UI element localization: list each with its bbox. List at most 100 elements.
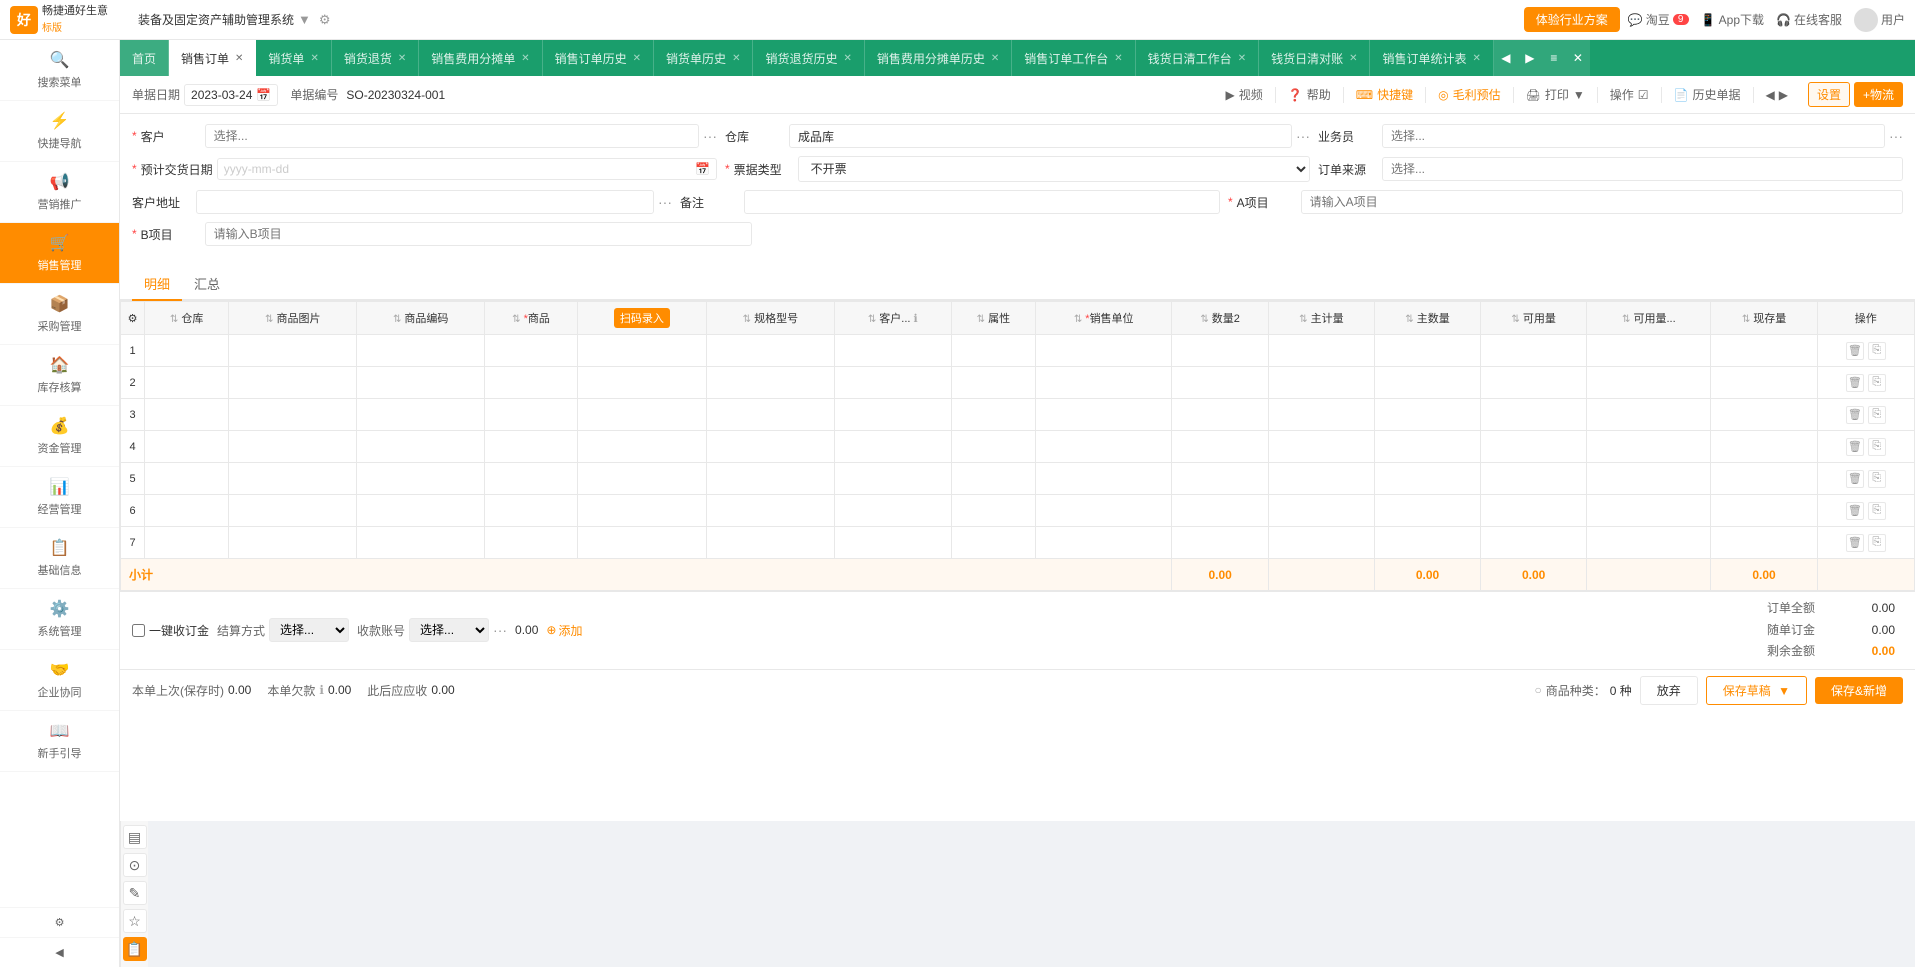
th-warehouse[interactable]: ⇅ 仓库	[145, 302, 229, 335]
row-qty2-6[interactable]	[1172, 495, 1268, 527]
row-main-qty-2[interactable]	[1374, 367, 1480, 399]
tab-daily-clear[interactable]: 钱货日清工作台 ✕	[1136, 40, 1259, 76]
row-delete-2[interactable]: 🗑	[1846, 374, 1864, 392]
row-property-2[interactable]	[951, 367, 1035, 399]
save-draft-btn[interactable]: 保存草稿 ▼	[1706, 676, 1807, 705]
row-available-6[interactable]	[1481, 495, 1587, 527]
row-property-3[interactable]	[951, 399, 1035, 431]
tab-daily-clear-close[interactable]: ✕	[1238, 53, 1246, 64]
row-product-5[interactable]	[485, 463, 578, 495]
nav-right-icon[interactable]: ▶	[1779, 88, 1788, 102]
right-panel-3[interactable]: ✎	[123, 881, 147, 905]
row-code-5[interactable]	[357, 463, 485, 495]
row-warehouse-3[interactable]	[145, 399, 229, 431]
th-unit[interactable]: ⇅ *销售单位	[1035, 302, 1171, 335]
row-warehouse-7[interactable]	[145, 527, 229, 559]
row-stock-4[interactable]	[1711, 431, 1817, 463]
row-available2-3[interactable]	[1587, 399, 1711, 431]
tab-nav-next[interactable]: ▶	[1518, 40, 1542, 76]
row-spec-4[interactable]	[706, 431, 834, 463]
row-available2-2[interactable]	[1587, 367, 1711, 399]
row-main-qty-5[interactable]	[1374, 463, 1480, 495]
date-input[interactable]: 2023-03-24 📅	[184, 84, 278, 106]
row-property-5[interactable]	[951, 463, 1035, 495]
tab-detail[interactable]: 明细	[132, 268, 182, 301]
one-key-checkbox-label[interactable]: 一键收订金	[132, 622, 209, 639]
shortcut-btn[interactable]: ⌨ 快捷键	[1356, 86, 1413, 103]
row-copy-3[interactable]: ⎘	[1868, 406, 1886, 424]
sidebar-settings-btn[interactable]: ⚙	[0, 907, 119, 937]
add-col-btn[interactable]: +物流	[1854, 82, 1903, 107]
nav-arrows[interactable]: ◀ ▶	[1766, 88, 1788, 102]
tab-return-close[interactable]: ✕	[398, 53, 406, 64]
profit-btn[interactable]: ◎ 毛利预估	[1438, 86, 1501, 103]
row-available-5[interactable]	[1481, 463, 1587, 495]
row-main-qty-1[interactable]	[1374, 335, 1480, 367]
row-main-unit-4[interactable]	[1268, 431, 1374, 463]
project-b-input[interactable]	[205, 222, 752, 246]
row-property-7[interactable]	[951, 527, 1035, 559]
row-main-unit-7[interactable]	[1268, 527, 1374, 559]
row-warehouse-2[interactable]	[145, 367, 229, 399]
row-unit-3[interactable]	[1035, 399, 1171, 431]
row-product-2[interactable]	[485, 367, 578, 399]
row-qty2-4[interactable]	[1172, 431, 1268, 463]
tab-summary[interactable]: 汇总	[182, 268, 232, 301]
sidebar-collapse-btn[interactable]: ◀	[0, 937, 119, 967]
row-stock-6[interactable]	[1711, 495, 1817, 527]
sidebar-item-collab[interactable]: 🤝 企业协同	[0, 650, 119, 711]
row-main-unit-3[interactable]	[1268, 399, 1374, 431]
row-code-7[interactable]	[357, 527, 485, 559]
save-draft-down-icon[interactable]: ▼	[1778, 684, 1790, 698]
th-main-unit[interactable]: ⇅ 主计量	[1268, 302, 1374, 335]
customer-input[interactable]	[205, 124, 699, 148]
row-warehouse-4[interactable]	[145, 431, 229, 463]
note-input[interactable]	[744, 190, 1220, 214]
row-available2-4[interactable]	[1587, 431, 1711, 463]
th-product[interactable]: ⇅ *商品	[485, 302, 578, 335]
row-stock-7[interactable]	[1711, 527, 1817, 559]
row-image-5[interactable]	[229, 463, 357, 495]
row-spec-7[interactable]	[706, 527, 834, 559]
row-main-qty-7[interactable]	[1374, 527, 1480, 559]
message-item[interactable]: 💬 淘豆 9	[1628, 11, 1689, 28]
sidebar-item-management[interactable]: 📊 经营管理	[0, 467, 119, 528]
tab-workbench[interactable]: 销售订单工作台 ✕	[1012, 40, 1135, 76]
row-available-2[interactable]	[1481, 367, 1587, 399]
discard-btn[interactable]: 放弃	[1640, 676, 1698, 705]
row-delete-3[interactable]: 🗑	[1846, 406, 1864, 424]
row-copy-7[interactable]: ⎘	[1868, 534, 1886, 552]
row-delete-5[interactable]: 🗑	[1846, 470, 1864, 488]
right-panel-4[interactable]: ☆	[123, 909, 147, 933]
row-spec-1[interactable]	[706, 335, 834, 367]
right-panel-1[interactable]: ▤	[123, 825, 147, 849]
order-source-input[interactable]	[1382, 157, 1903, 181]
th-code[interactable]: ⇅ 商品编码	[357, 302, 485, 335]
row-available2-1[interactable]	[1587, 335, 1711, 367]
tab-order-hist[interactable]: 销售订单历史 ✕	[543, 40, 654, 76]
sidebar-item-guide[interactable]: 📖 新手引导	[0, 711, 119, 772]
row-cust-code-4[interactable]	[834, 431, 951, 463]
row-available-3[interactable]	[1481, 399, 1587, 431]
sidebar-item-base[interactable]: 📋 基础信息	[0, 528, 119, 589]
row-available2-5[interactable]	[1587, 463, 1711, 495]
row-main-unit-6[interactable]	[1268, 495, 1374, 527]
row-cust-code-2[interactable]	[834, 367, 951, 399]
tab-fee[interactable]: 销售费用分摊单 ✕	[419, 40, 542, 76]
help-btn[interactable]: ❓ 帮助	[1288, 86, 1331, 103]
warehouse-input[interactable]	[789, 124, 1292, 148]
row-image-6[interactable]	[229, 495, 357, 527]
tab-sales-hist[interactable]: 销货单历史 ✕	[654, 40, 753, 76]
row-stock-2[interactable]	[1711, 367, 1817, 399]
row-spec-5[interactable]	[706, 463, 834, 495]
row-product-7[interactable]	[485, 527, 578, 559]
row-available2-6[interactable]	[1587, 495, 1711, 527]
row-qty2-7[interactable]	[1172, 527, 1268, 559]
row-available-4[interactable]	[1481, 431, 1587, 463]
history-btn[interactable]: 📄 历史单据	[1674, 86, 1741, 103]
row-main-unit-2[interactable]	[1268, 367, 1374, 399]
tab-sales-order[interactable]: 销售订单 ✕	[169, 40, 256, 76]
row-delete-6[interactable]: 🗑	[1846, 502, 1864, 520]
right-panel-2[interactable]: ⊙	[123, 853, 147, 877]
one-key-checkbox[interactable]	[132, 624, 145, 637]
